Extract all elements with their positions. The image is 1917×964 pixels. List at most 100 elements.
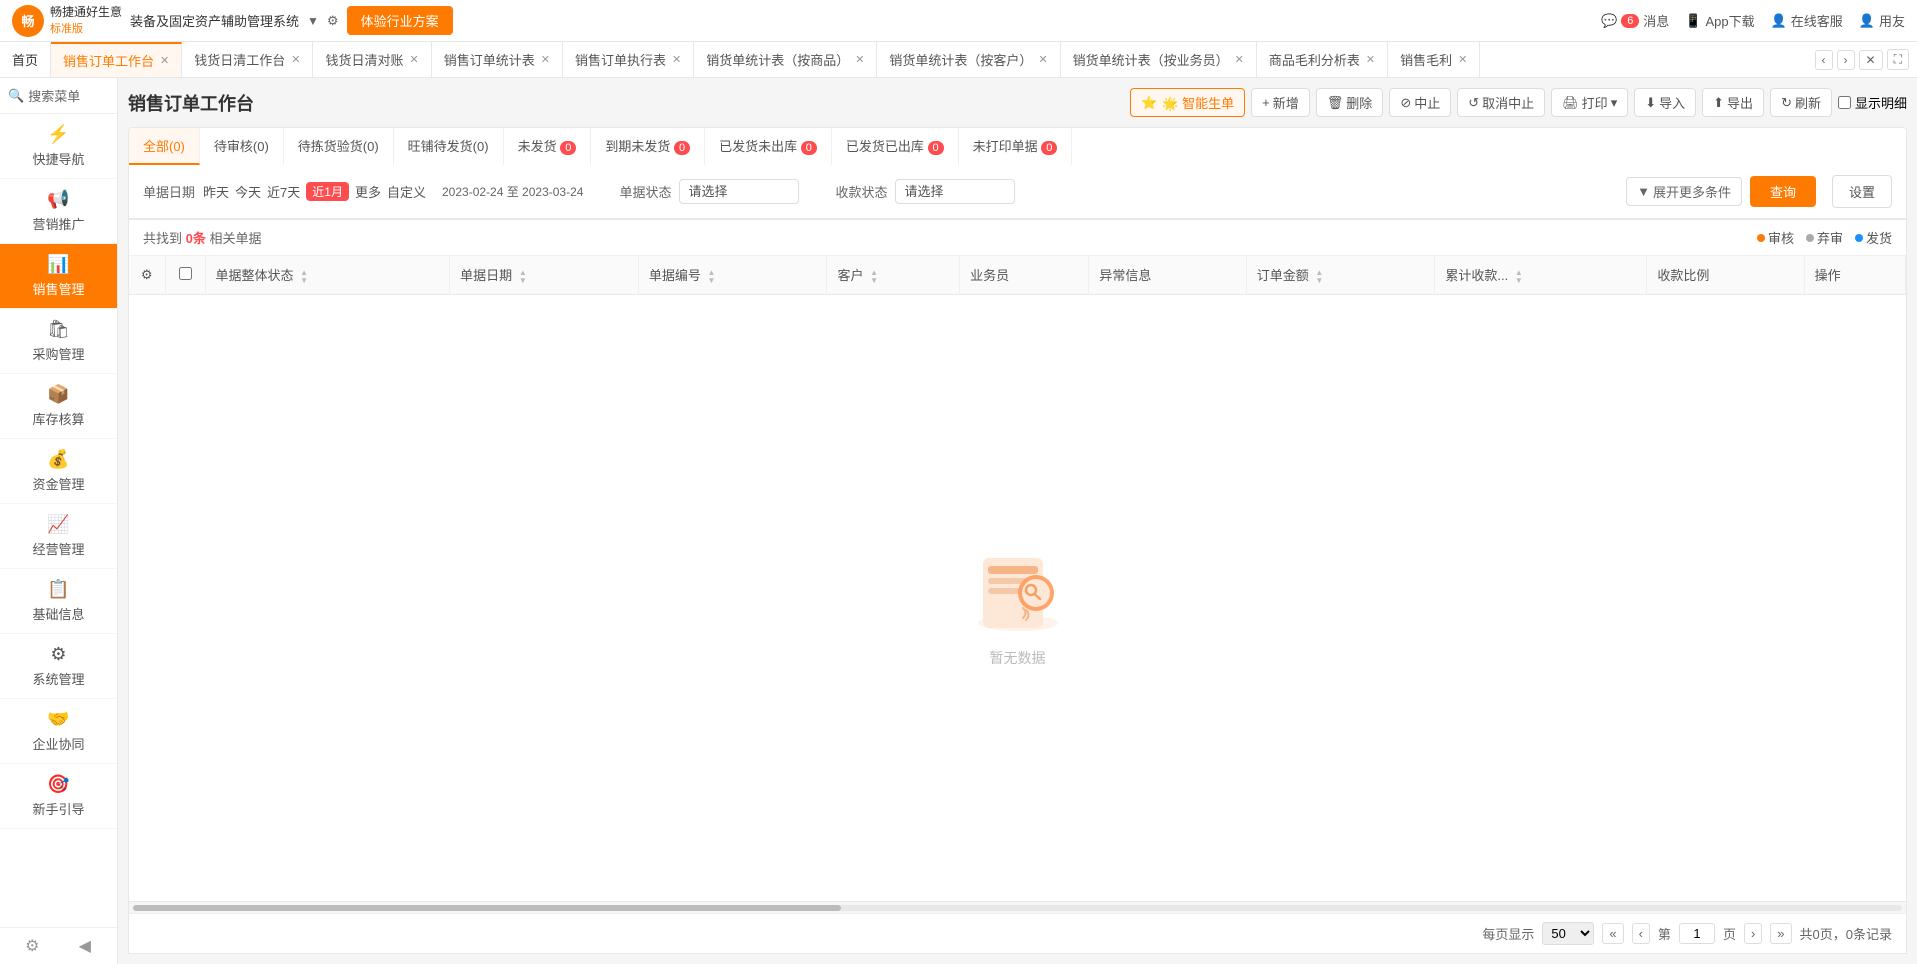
next-page-btn[interactable]: › — [1744, 923, 1762, 944]
subtab-not-shipped[interactable]: 未发货 0 — [504, 128, 592, 165]
sidebar-item-basic-info[interactable]: 📋 基础信息 — [0, 569, 117, 634]
last-page-btn[interactable]: » — [1770, 923, 1791, 944]
user-item[interactable]: 👤 用友 — [1859, 11, 1905, 30]
date-opt-today[interactable]: 今天 — [235, 182, 261, 201]
gross-margin-tab-close[interactable]: ✕ — [1366, 53, 1375, 66]
h-scrollbar-thumb[interactable] — [133, 905, 841, 911]
sidebar-item-marketing[interactable]: 📢 营销推广 — [0, 179, 117, 244]
sort-status[interactable]: ▲ ▼ — [300, 269, 308, 285]
first-page-btn[interactable]: « — [1602, 923, 1623, 944]
add-btn[interactable]: + 新增 — [1251, 88, 1310, 117]
tab-sales-order[interactable]: 销售订单工作台 ✕ — [51, 42, 182, 78]
tab-close-current[interactable]: ✕ — [1859, 50, 1883, 70]
sidebar-item-enterprise[interactable]: 🤝 企业协同 — [0, 699, 117, 764]
refresh-btn[interactable]: ↻ 刷新 — [1770, 88, 1832, 117]
subtab-shipped-out[interactable]: 已发货已出库 0 — [832, 128, 959, 165]
sort-amount[interactable]: ▲ ▼ — [1315, 269, 1323, 285]
payment-select[interactable]: 请选择 — [895, 179, 1015, 204]
date-opt-custom[interactable]: 自定义 — [387, 182, 426, 201]
subtab-not-printed[interactable]: 未打印单据 0 — [959, 128, 1073, 165]
tab-gross-margin[interactable]: 商品毛利分析表 ✕ — [1257, 42, 1388, 78]
tab-scroll-right[interactable]: › — [1837, 50, 1855, 70]
daily-cash-tab-close[interactable]: ✕ — [291, 53, 300, 66]
tab-scroll-left[interactable]: ‹ — [1815, 50, 1833, 70]
page-input[interactable] — [1679, 923, 1715, 944]
th-settings[interactable]: ⚙ — [129, 256, 165, 294]
tab-daily-cash[interactable]: 钱货日清工作台 ✕ — [182, 42, 313, 78]
prev-page-btn[interactable]: ‹ — [1632, 923, 1650, 944]
sales-order-tab-close[interactable]: ✕ — [160, 54, 169, 67]
smart-btn[interactable]: ⭐ 🌟 智能生单 — [1130, 88, 1245, 117]
sidebar-item-quick-nav[interactable]: ⚡ 快捷导航 — [0, 114, 117, 179]
audit-btn[interactable]: 审核 — [1757, 228, 1794, 247]
sidebar-item-finance[interactable]: 💰 资金管理 — [0, 439, 117, 504]
tab-sales-sum-product[interactable]: 销货单统计表（按商品） ✕ — [694, 42, 877, 78]
sidebar-item-operation[interactable]: 📈 经营管理 — [0, 504, 117, 569]
tab-home[interactable]: 首页 — [0, 42, 51, 78]
tab-daily-reconcile[interactable]: 钱货日清对账 ✕ — [313, 42, 431, 78]
import-btn[interactable]: ⬇ 导入 — [1634, 88, 1696, 117]
sort-date[interactable]: ▲ ▼ — [519, 269, 527, 285]
settings-btn[interactable]: 设置 — [1832, 175, 1892, 208]
subtab-shipped-not-out[interactable]: 已发货未出库 0 — [705, 128, 832, 165]
sidebar-search[interactable]: 🔍 搜索菜单 — [0, 78, 117, 114]
status-select[interactable]: 请选择 — [679, 179, 799, 204]
h-scrollbar[interactable] — [129, 901, 1906, 913]
sales-sum-product-tab-close[interactable]: ✕ — [855, 53, 864, 66]
sales-sum-staff-tab-close[interactable]: ✕ — [1235, 53, 1244, 66]
subtab-all[interactable]: 全部(0) — [129, 128, 200, 165]
tab-maximize[interactable]: ⛶ — [1887, 49, 1909, 70]
app-download-item[interactable]: 📱 App下载 — [1685, 11, 1754, 30]
tab-sales-sum-staff[interactable]: 销货单统计表（按业务员） ✕ — [1061, 42, 1257, 78]
collapse-sidebar-btn[interactable]: ◀ — [61, 936, 110, 956]
online-service-item[interactable]: 👤 在线客服 — [1771, 11, 1843, 30]
delete-btn[interactable]: 🗑 删除 — [1316, 88, 1384, 117]
show-detail-label[interactable]: 显示明细 — [1838, 93, 1907, 112]
message-item[interactable]: 💬 6 消息 — [1601, 11, 1669, 30]
show-detail-checkbox[interactable] — [1838, 96, 1851, 109]
sales-profit-tab-close[interactable]: ✕ — [1458, 53, 1467, 66]
operation-icon: 📈 — [47, 514, 69, 535]
sidebar-item-guide[interactable]: 🎯 新手引导 — [0, 764, 117, 829]
tab-sales-sum-customer[interactable]: 销货单统计表（按客户） ✕ — [877, 42, 1060, 78]
sort-number[interactable]: ▲ ▼ — [707, 269, 715, 285]
ship-btn[interactable]: 发货 — [1855, 228, 1892, 247]
subtab-pending-inspect[interactable]: 待拣货验货(0) — [284, 128, 394, 165]
sort-collected[interactable]: ▲ ▼ — [1515, 269, 1523, 285]
tab-sales-exec[interactable]: 销售订单执行表 ✕ — [563, 42, 694, 78]
pause-btn[interactable]: ⊘ 中止 — [1389, 88, 1451, 117]
export-btn[interactable]: ⬆ 导出 — [1702, 88, 1764, 117]
sales-exec-tab-close[interactable]: ✕ — [672, 53, 681, 66]
payment-filter-label: 收款状态 — [835, 182, 887, 201]
subtab-pending-review[interactable]: 待审核(0) — [200, 128, 284, 165]
expand-conditions-btn[interactable]: ▼ 展开更多条件 — [1626, 177, 1742, 206]
cancel-pause-btn[interactable]: ↺ 取消中止 — [1457, 88, 1545, 117]
gear-icon[interactable]: ⚙ — [327, 13, 339, 29]
print-btn[interactable]: 🖨 打印 ▾ — [1551, 88, 1628, 117]
guide-label: 新手引导 — [32, 799, 84, 818]
daily-reconcile-tab-close[interactable]: ✕ — [410, 53, 419, 66]
date-opt-yesterday[interactable]: 昨天 — [203, 182, 229, 201]
sales-stat-tab-close[interactable]: ✕ — [541, 53, 550, 66]
page-size-select[interactable]: 10 20 50 100 — [1542, 922, 1594, 945]
subtab-wangpu-ship[interactable]: 旺铺待发货(0) — [394, 128, 504, 165]
settings-bottom-btn[interactable]: ⚙ — [8, 936, 57, 956]
system-dropdown-btn[interactable]: ▼ — [307, 14, 319, 28]
sidebar-item-sales-mgmt[interactable]: 📊 销售管理 — [0, 244, 117, 309]
sales-sum-customer-tab-close[interactable]: ✕ — [1038, 53, 1047, 66]
sort-customer[interactable]: ▲ ▼ — [870, 269, 878, 285]
th-checkbox[interactable] — [165, 256, 205, 294]
sidebar-item-purchase-mgmt[interactable]: 🛍 采购管理 — [0, 309, 117, 374]
sidebar-item-inventory[interactable]: 📦 库存核算 — [0, 374, 117, 439]
cancel-audit-btn[interactable]: 弃审 — [1806, 228, 1843, 247]
subtab-overdue-ship[interactable]: 到期未发货 0 — [591, 128, 705, 165]
sidebar-item-sys-mgmt[interactable]: ⚙ 系统管理 — [0, 634, 117, 699]
tab-sales-stat[interactable]: 销售订单统计表 ✕ — [432, 42, 563, 78]
date-opt-more[interactable]: 更多 — [355, 182, 381, 201]
query-btn[interactable]: 查询 — [1750, 176, 1816, 207]
date-opt-1month[interactable]: 近1月 — [306, 182, 349, 201]
tab-sales-profit[interactable]: 销售毛利 ✕ — [1388, 42, 1480, 78]
date-opt-7days[interactable]: 近7天 — [267, 182, 300, 201]
trial-btn[interactable]: 体验行业方案 — [347, 6, 453, 35]
select-all-checkbox[interactable] — [179, 267, 192, 280]
